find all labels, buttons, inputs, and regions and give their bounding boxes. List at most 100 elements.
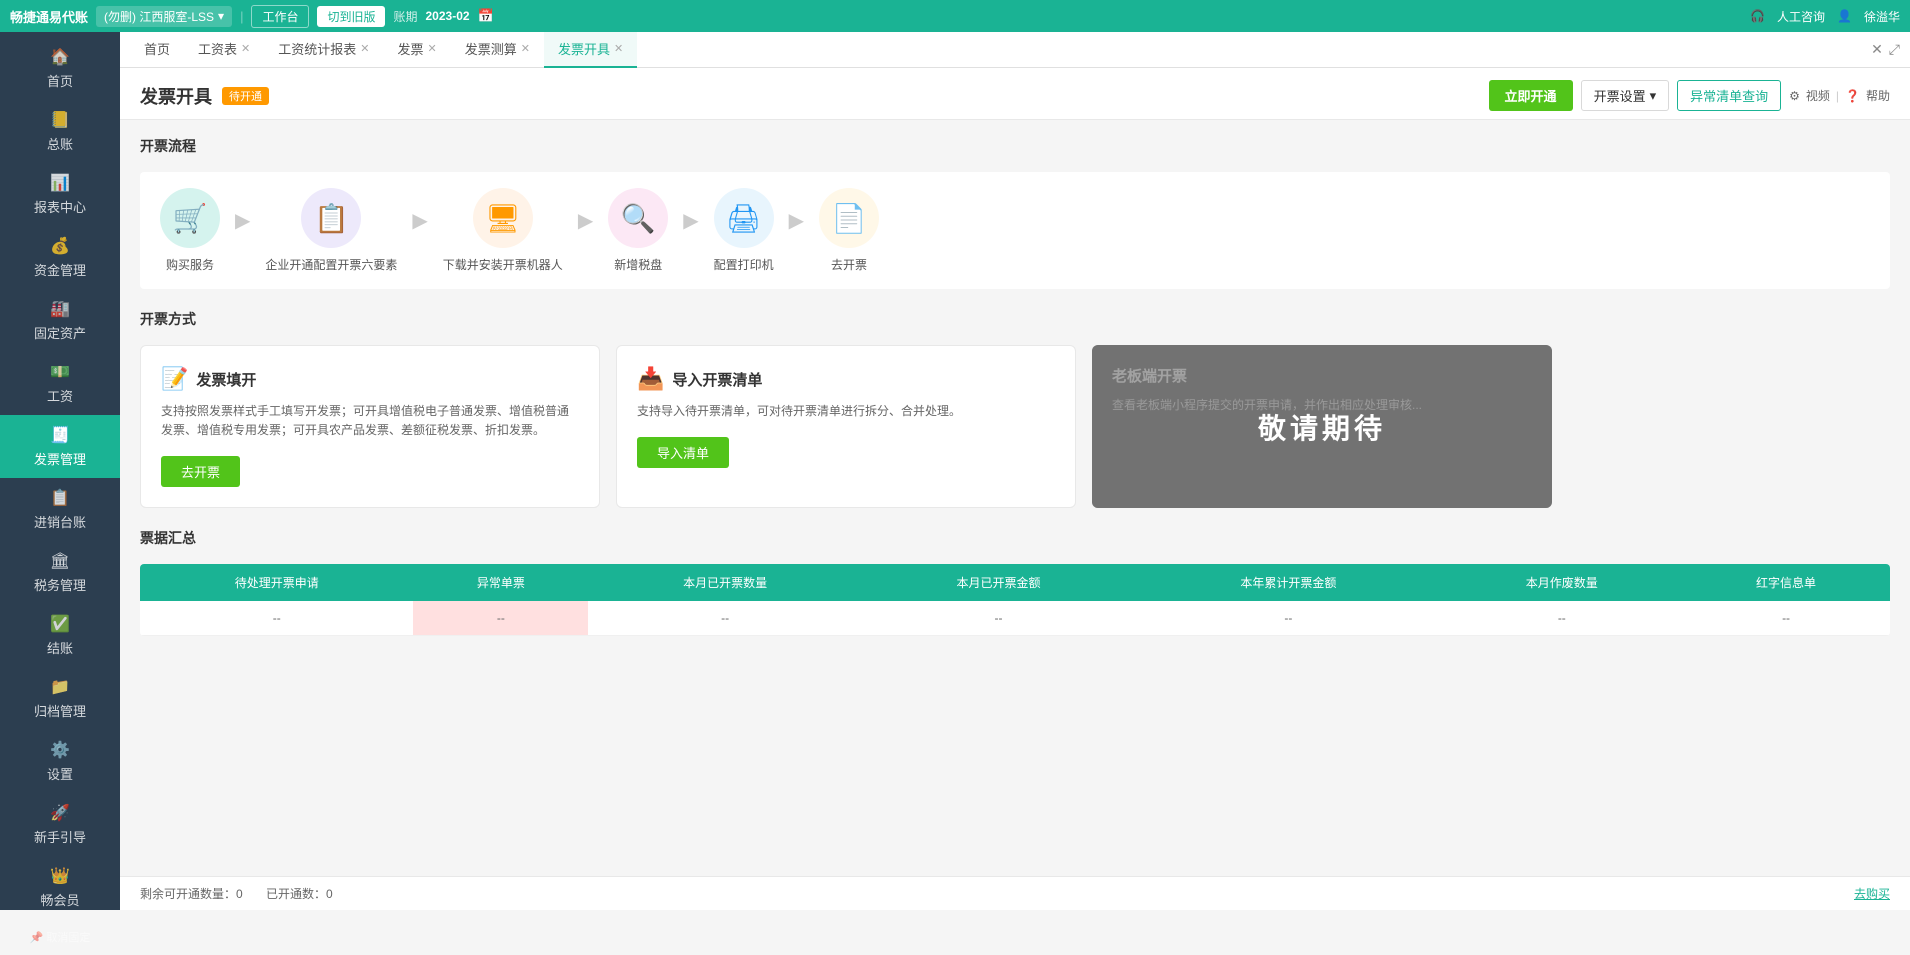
import-list-button[interactable]: 导入清单 xyxy=(637,437,729,468)
abnormal-list-button[interactable]: 异常清单查询 xyxy=(1677,80,1781,111)
step-add-taxbox[interactable]: 🔍 新增税盘 xyxy=(608,188,668,273)
top-bar-right: 🎧 人工咨询 👤 徐溢华 xyxy=(1750,8,1900,25)
sidebar-item-checkout[interactable]: ✅ 结账 xyxy=(0,604,120,667)
val-red-info: -- xyxy=(1682,601,1890,636)
sidebar-item-settings[interactable]: ⚙️ 设置 xyxy=(0,730,120,793)
calendar-icon[interactable]: 📅 xyxy=(478,8,494,24)
summary-title: 票据汇总 xyxy=(140,528,1890,548)
arrow-3: ▶ xyxy=(563,208,608,233)
sidebar-label-ledger: 总账 xyxy=(47,134,73,153)
sidebar-label-assets: 固定资产 xyxy=(34,323,86,342)
coming-soon-overlay: 敬请期待 xyxy=(1092,345,1552,508)
tab-salary-table[interactable]: 工资表 ✕ xyxy=(184,32,264,68)
val-abnormal: -- xyxy=(413,601,588,636)
arrow-1: ▶ xyxy=(220,208,265,233)
tab-invoice-calc-close[interactable]: ✕ xyxy=(521,42,530,55)
issue-invoice-icon: 📄 xyxy=(819,188,879,248)
checkout-icon: ✅ xyxy=(50,614,70,634)
consult-label[interactable]: 人工咨询 xyxy=(1777,8,1825,25)
sidebar-item-tax[interactable]: 🏛 税务管理 xyxy=(0,541,120,604)
tab-salary-table-label: 工资表 xyxy=(198,39,237,58)
sidebar-label-home: 首页 xyxy=(47,71,73,90)
pin-icon: 📌 xyxy=(30,932,44,944)
sidebar-item-reports[interactable]: 📊 报表中心 xyxy=(0,163,120,226)
step-config-six[interactable]: 📋 企业开通配置开票六要素 xyxy=(265,188,397,273)
sidebar-menu: 🏠 首页 📒 总账 📊 报表中心 💰 资金管理 🏭 固定资产 💵 工资 xyxy=(0,32,120,919)
step-buy-service[interactable]: 🛒 购买服务 xyxy=(160,188,220,273)
arrow-2: ▶ xyxy=(397,208,442,233)
avatar-icon: 👤 xyxy=(1837,9,1852,23)
billing-card-boss: 老板端开票 查看老板端小程序提交的开票申请，并作出相应处理审核... 敬请期待 xyxy=(1092,345,1552,508)
val-void-qty: -- xyxy=(1442,601,1683,636)
sidebar-pin-toggle[interactable]: 📌 取消固定 xyxy=(0,919,120,955)
tab-invoice-close[interactable]: ✕ xyxy=(428,42,437,55)
sidebar-item-purchase[interactable]: 📋 进销台账 xyxy=(0,478,120,541)
val-year-amount: -- xyxy=(1135,601,1441,636)
card-import-title: 📥 导入开票清单 xyxy=(637,366,1055,392)
tab-home[interactable]: 首页 xyxy=(130,32,184,68)
video-help-label[interactable]: 视频 xyxy=(1806,87,1830,104)
help-icon: ❓ xyxy=(1845,89,1860,103)
tab-invoice-calc-label: 发票测算 xyxy=(465,39,517,58)
sidebar-item-home[interactable]: 🏠 首页 xyxy=(0,37,120,100)
billing-card-import: 📥 导入开票清单 支持导入待开票清单，可对待开票清单进行拆分、合并处理。 导入清… xyxy=(616,345,1076,508)
company-selector[interactable]: (勿删) 江西服室-LSS ▾ xyxy=(96,6,232,27)
help-label[interactable]: 帮助 xyxy=(1866,87,1890,104)
period-value: 2023-02 xyxy=(426,9,470,23)
step-config-label: 企业开通配置开票六要素 xyxy=(265,256,397,273)
tab-invoice-calc[interactable]: 发票测算 ✕ xyxy=(451,32,544,68)
switch-version-button[interactable]: 切到旧版 xyxy=(317,6,385,27)
add-taxbox-icon: 🔍 xyxy=(608,188,668,248)
col-month-amount: 本月已开票金额 xyxy=(862,564,1135,601)
go-issue-button[interactable]: 去开票 xyxy=(161,456,240,487)
tab-invoice-tool-label: 发票开具 xyxy=(558,39,610,58)
page-header: 发票开具 待开通 立即开通 开票设置 ▾ 异常清单查询 ⚙ 视频 | ❓ 帮助 xyxy=(120,68,1910,120)
step-config-printer[interactable]: 🖨 配置打印机 xyxy=(714,188,774,273)
tab-invoice[interactable]: 发票 ✕ xyxy=(383,32,450,68)
tab-salary-table-close[interactable]: ✕ xyxy=(241,42,250,55)
tab-salary-stats-close[interactable]: ✕ xyxy=(360,42,369,55)
sidebar-item-invoice[interactable]: 🧾 发票管理 xyxy=(0,415,120,478)
step-issue-invoice[interactable]: 📄 去开票 xyxy=(819,188,879,273)
status-badge: 待开通 xyxy=(222,87,269,105)
card-import-desc: 支持导入待开票清单，可对待开票清单进行拆分、合并处理。 xyxy=(637,402,1055,421)
sidebar-item-archive[interactable]: 📁 归档管理 xyxy=(0,667,120,730)
sidebar: 🏠 首页 📒 总账 📊 报表中心 💰 资金管理 🏭 固定资产 💵 工资 xyxy=(0,32,120,910)
sidebar-label-salary: 工资 xyxy=(47,386,73,405)
card-manual-title: 📝 发票填开 xyxy=(161,366,579,392)
sidebar-item-salary[interactable]: 💵 工资 xyxy=(0,352,120,415)
invoice-icon: 🧾 xyxy=(50,425,70,445)
dropdown-arrow-icon: ▾ xyxy=(1650,88,1657,104)
settings-button[interactable]: 开票设置 ▾ xyxy=(1581,80,1670,111)
col-void-qty: 本月作废数量 xyxy=(1442,564,1683,601)
top-bar: 畅捷通易代账 (勿删) 江西服室-LSS ▾ | 工作台 切到旧版 账期 202… xyxy=(0,0,1910,32)
immediate-open-button[interactable]: 立即开通 xyxy=(1489,80,1573,111)
tab-invoice-tool[interactable]: 发票开具 ✕ xyxy=(544,32,637,68)
step-issue-label: 去开票 xyxy=(831,256,867,273)
company-name: (勿删) 江西服室-LSS xyxy=(104,8,214,25)
tab-invoice-tool-close[interactable]: ✕ xyxy=(614,42,623,55)
workspace-button[interactable]: 工作台 xyxy=(251,5,309,28)
tab-salary-stats[interactable]: 工资统计报表 ✕ xyxy=(264,32,383,68)
funds-icon: 💰 xyxy=(50,236,70,256)
sidebar-item-guide[interactable]: 🚀 新手引导 xyxy=(0,793,120,856)
sidebar-item-assets[interactable]: 🏭 固定资产 xyxy=(0,289,120,352)
step-taxbox-label: 新增税盘 xyxy=(614,256,662,273)
step-printer-label: 配置打印机 xyxy=(714,256,774,273)
close-all-icon[interactable]: ✕ xyxy=(1871,41,1883,58)
col-year-amount: 本年累计开票金额 xyxy=(1135,564,1441,601)
username-label[interactable]: 徐溢华 xyxy=(1864,8,1900,25)
top-bar-left: 畅捷通易代账 (勿删) 江西服室-LSS ▾ | 工作台 切到旧版 账期 202… xyxy=(10,5,494,28)
sidebar-item-ledger[interactable]: 📒 总账 xyxy=(0,100,120,163)
buy-link[interactable]: 去购买 xyxy=(1854,885,1890,902)
expand-icon[interactable]: ⤢ xyxy=(1889,41,1900,58)
step-download-label: 下载并安装开票机器人 xyxy=(443,256,563,273)
sidebar-label-checkout: 结账 xyxy=(47,638,73,657)
billing-process-title: 开票流程 xyxy=(140,136,1890,156)
step-download-robot[interactable]: 🖥 下载并安装开票机器人 xyxy=(443,188,563,273)
purchase-icon: 📋 xyxy=(50,488,70,508)
sidebar-item-funds[interactable]: 💰 资金管理 xyxy=(0,226,120,289)
member-icon: 👑 xyxy=(50,866,70,886)
summary-table: 待处理开票申请 异常单票 本月已开票数量 本月已开票金额 本年累计开票金额 本月… xyxy=(140,564,1890,636)
buy-service-icon: 🛒 xyxy=(160,188,220,248)
